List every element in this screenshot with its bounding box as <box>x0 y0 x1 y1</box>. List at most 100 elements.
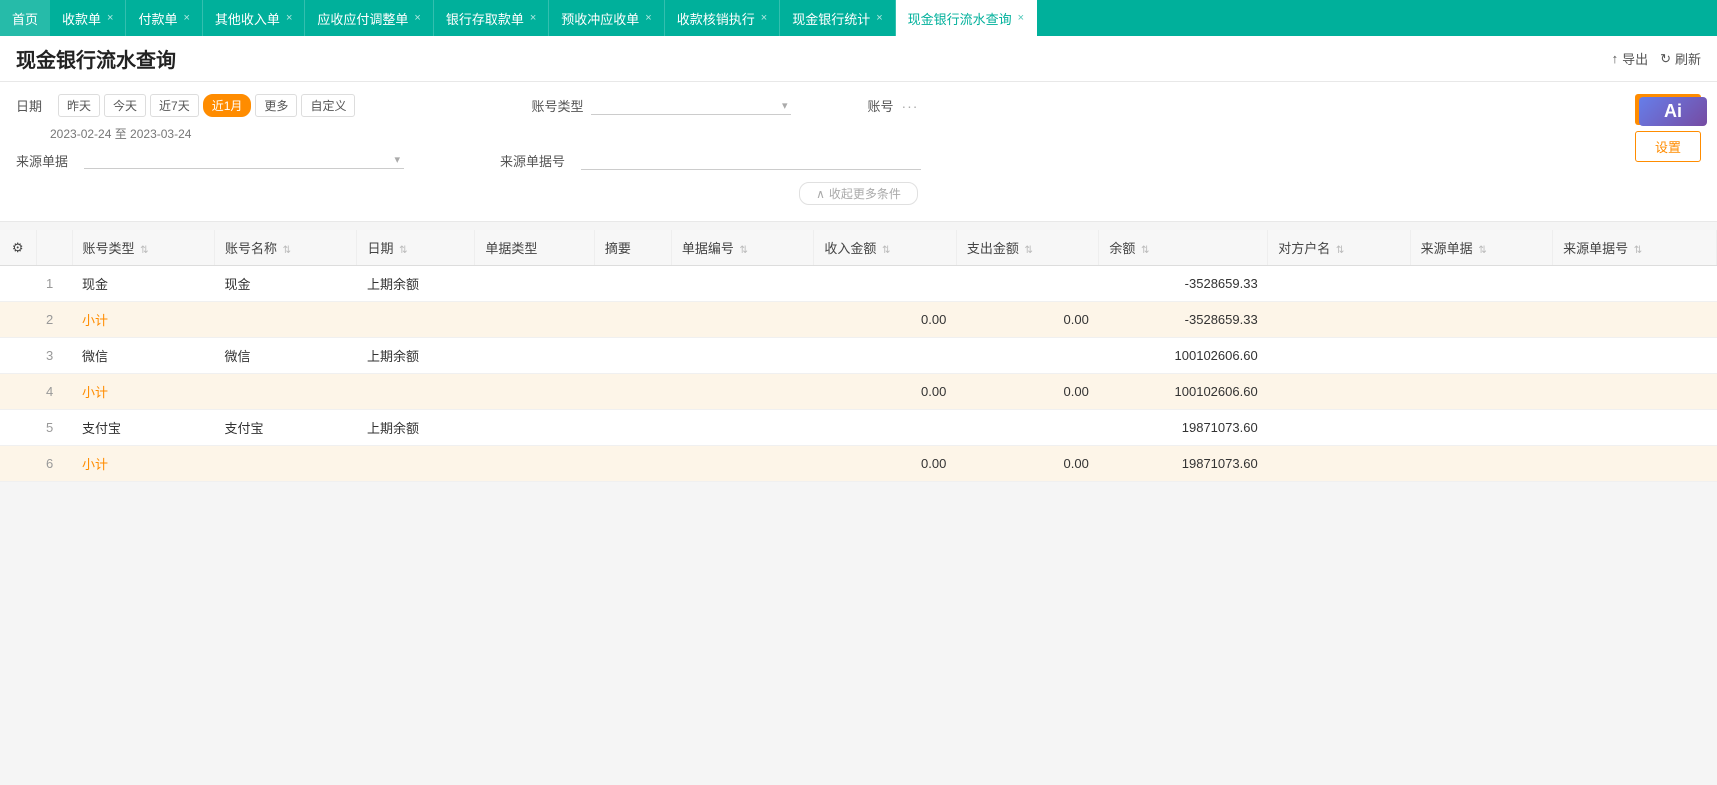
account-label: 账号 <box>867 96 893 115</box>
table-cell: 0.00 <box>956 302 1098 338</box>
source-doc-num-input[interactable] <box>581 150 921 170</box>
export-icon: ↑ <box>1612 51 1619 66</box>
table-cell <box>1553 338 1717 374</box>
table-cell <box>1410 446 1552 482</box>
table-cell: 100102606.60 <box>1099 374 1268 410</box>
table-cell <box>475 302 595 338</box>
table-cell <box>1553 266 1717 302</box>
filter-row-2: 来源单据 ▾ 来源单据号 <box>16 150 1619 170</box>
table-cell <box>475 338 595 374</box>
table-cell: 1 <box>36 266 72 302</box>
close-icon[interactable]: × <box>286 12 292 24</box>
collapse-button[interactable]: ∧ 收起更多条件 <box>799 182 918 205</box>
table-row[interactable]: 6小计0.000.0019871073.60 <box>0 446 1717 482</box>
table-cell <box>671 446 813 482</box>
table-cell: 现金 <box>72 266 214 302</box>
account-type-select[interactable]: ▾ <box>591 97 791 115</box>
table-cell: -3528659.33 <box>1099 302 1268 338</box>
export-button[interactable]: ↑ 导出 <box>1612 49 1649 68</box>
tab-label: 现金银行流水查询 <box>908 9 1012 28</box>
nav-tab-xianjin-tongji[interactable]: 现金银行统计 × <box>780 0 895 36</box>
date-btn-1month[interactable]: 近1月 <box>203 94 252 117</box>
col-source-doc-num[interactable]: 来源单据号 ⇅ <box>1553 230 1717 266</box>
table-cell <box>475 374 595 410</box>
table-row[interactable]: 4小计0.000.00100102606.60 <box>0 374 1717 410</box>
page-title: 现金银行流水查询 <box>16 44 176 73</box>
col-source-doc[interactable]: 来源单据 ⇅ <box>1410 230 1552 266</box>
table-cell <box>1553 410 1717 446</box>
tab-label: 现金银行统计 <box>792 9 870 28</box>
table-cell: -3528659.33 <box>1099 266 1268 302</box>
table-cell <box>671 266 813 302</box>
col-income[interactable]: 收入金额 ⇅ <box>814 230 956 266</box>
close-icon[interactable]: × <box>1018 12 1024 24</box>
nav-tab-fukuan[interactable]: 付款单 × <box>126 0 202 36</box>
date-btn-yesterday[interactable]: 昨天 <box>58 94 100 117</box>
table-cell <box>1410 338 1552 374</box>
sort-icon: ⇅ <box>882 245 890 256</box>
tab-label: 收款核销执行 <box>677 9 755 28</box>
source-doc-label: 来源单据 <box>16 151 68 170</box>
nav-tab-shoukuan[interactable]: 收款单 × <box>50 0 126 36</box>
col-expense[interactable]: 支出金额 ⇅ <box>956 230 1098 266</box>
col-counterpart[interactable]: 对方户名 ⇅ <box>1268 230 1410 266</box>
sort-icon: ⇅ <box>740 245 748 256</box>
date-btn-custom[interactable]: 自定义 <box>301 94 355 117</box>
col-account-name[interactable]: 账号名称 ⇅ <box>214 230 356 266</box>
nav-tab-qitashouru[interactable]: 其他收入单 × <box>203 0 305 36</box>
table-cell <box>671 302 813 338</box>
table-row[interactable]: 1现金现金上期余额-3528659.33 <box>0 266 1717 302</box>
table-cell: 现金 <box>214 266 356 302</box>
nav-tab-liushui[interactable]: 现金银行流水查询 × <box>896 0 1037 36</box>
filter-row-1: 日期 昨天 今天 近7天 近1月 更多 自定义 账号类型 ▾ <box>16 94 1619 117</box>
collapse-label: 收起更多条件 <box>829 185 901 202</box>
table-cell: 0.00 <box>814 374 956 410</box>
table-row[interactable]: 5支付宝支付宝上期余额19871073.60 <box>0 410 1717 446</box>
close-icon[interactable]: × <box>530 12 536 24</box>
col-account-type[interactable]: 账号类型 ⇅ <box>72 230 214 266</box>
nav-tab-yushou[interactable]: 预收冲应收单 × <box>549 0 664 36</box>
table-cell: 小计 <box>72 302 214 338</box>
close-icon[interactable]: × <box>183 12 189 24</box>
refresh-icon: ↻ <box>1660 51 1671 67</box>
settings-button[interactable]: 设置 <box>1635 131 1701 162</box>
table-row[interactable]: 2小计0.000.00-3528659.33 <box>0 302 1717 338</box>
table-cell <box>1410 266 1552 302</box>
refresh-button[interactable]: ↻ 刷新 <box>1660 49 1701 68</box>
nav-tab-shoukuan-hexiao[interactable]: 收款核销执行 × <box>665 0 780 36</box>
col-summary: 摘要 <box>594 230 671 266</box>
close-icon[interactable]: × <box>761 12 767 24</box>
col-num <box>36 230 72 266</box>
col-balance[interactable]: 余额 ⇅ <box>1099 230 1268 266</box>
collapse-up-icon: ∧ <box>816 187 825 201</box>
table-cell <box>1410 374 1552 410</box>
table-cell <box>0 338 36 374</box>
nav-tab-yingshou[interactable]: 应收应付调整单 × <box>305 0 433 36</box>
source-doc-select[interactable]: ▾ <box>84 151 404 169</box>
table-cell <box>1268 338 1410 374</box>
date-btn-more[interactable]: 更多 <box>255 94 297 117</box>
sort-icon: ⇅ <box>399 245 407 256</box>
sort-icon: ⇅ <box>283 245 291 256</box>
ai-badge[interactable]: Ai <box>1639 97 1707 126</box>
close-icon[interactable]: × <box>645 12 651 24</box>
date-label: 日期 <box>16 96 42 115</box>
nav-tab-yinhang[interactable]: 银行存取款单 × <box>434 0 549 36</box>
table-cell: 小计 <box>72 446 214 482</box>
table-cell: 上期余额 <box>357 338 475 374</box>
table-cell: 微信 <box>72 338 214 374</box>
close-icon[interactable]: × <box>876 12 882 24</box>
table-row[interactable]: 3微信微信上期余额100102606.60 <box>0 338 1717 374</box>
col-date[interactable]: 日期 ⇅ <box>357 230 475 266</box>
col-doc-num[interactable]: 单据编号 ⇅ <box>671 230 813 266</box>
close-icon[interactable]: × <box>414 12 420 24</box>
close-icon[interactable]: × <box>107 12 113 24</box>
table-cell <box>1268 410 1410 446</box>
table-cell <box>671 374 813 410</box>
table-cell <box>594 302 671 338</box>
nav-home[interactable]: 首页 <box>0 0 50 36</box>
dots-icon: ··· <box>901 98 918 114</box>
date-btn-today[interactable]: 今天 <box>104 94 146 117</box>
date-btn-7days[interactable]: 近7天 <box>150 94 199 117</box>
table-container: ⚙ 账号类型 ⇅ 账号名称 ⇅ 日期 ⇅ 单据类型 摘要 <box>0 230 1717 482</box>
